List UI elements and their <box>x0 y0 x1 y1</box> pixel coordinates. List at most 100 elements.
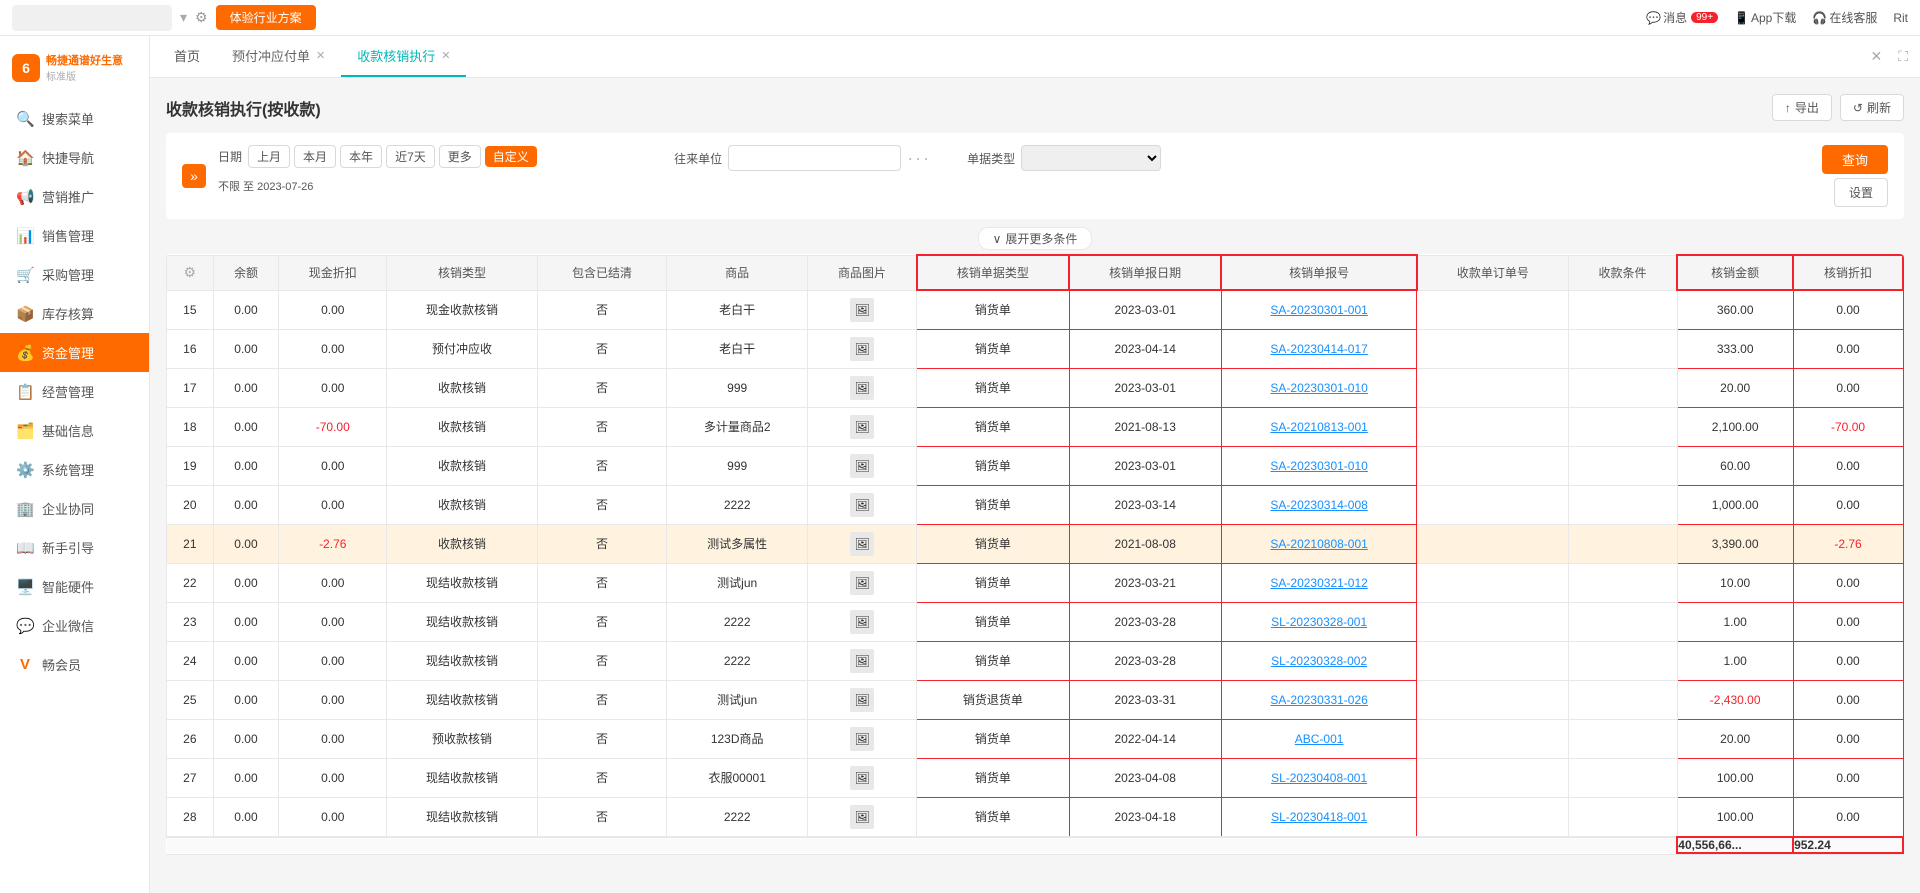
sidebar-item-finance[interactable]: 💰 资金管理 <box>0 333 149 372</box>
tab-collection-close[interactable]: ✕ <box>441 49 450 62</box>
sidebar-item-hardware[interactable]: 🖥️ 智能硬件 <box>0 567 149 606</box>
cell-include-settled: 否 <box>537 758 666 797</box>
col-header-write-off-doc-date: 核销单报日期 <box>1069 255 1221 290</box>
top-bar-left: ▾ ⚙ 体验行业方案 <box>12 5 1638 31</box>
cell-write-off-doc-no[interactable]: SA-20230414-017 <box>1221 329 1417 368</box>
date-curr-month[interactable]: 本月 <box>294 145 336 168</box>
close-window-icon[interactable]: ✕ <box>1866 44 1886 69</box>
date-prev-month[interactable]: 上月 <box>248 145 290 168</box>
sidebar-item-guide[interactable]: 📖 新手引导 <box>0 528 149 567</box>
cell-collection-condition <box>1568 290 1677 329</box>
table-scrollbar[interactable] <box>166 854 1904 866</box>
dropdown-icon[interactable]: ▾ <box>180 9 187 26</box>
product-image-thumb: 🖼 <box>850 493 874 517</box>
cell-collection-order <box>1417 368 1568 407</box>
export-icon: ↑ <box>1785 101 1791 115</box>
filter-bar: » 日期 上月 本月 本年 近7天 更多 自定义 不限 至 2023-07-26 <box>166 133 1904 219</box>
expand-more-button[interactable]: ∨ 展开更多条件 <box>978 227 1093 250</box>
sidebar-item-operations[interactable]: 📋 经营管理 <box>0 372 149 411</box>
tab-home[interactable]: 首页 <box>158 36 216 77</box>
cell-write-off-doc-type: 销货单 <box>917 719 1069 758</box>
sidebar-item-wechat[interactable]: 💬 企业微信 <box>0 606 149 645</box>
industry-solution-button[interactable]: 体验行业方案 <box>216 5 316 30</box>
party-dots[interactable]: ··· <box>907 148 931 169</box>
table-gear-icon[interactable]: ⚙ <box>184 264 197 280</box>
cell-collection-order <box>1417 290 1568 329</box>
cell-collection-order <box>1417 641 1568 680</box>
cell-collection-order <box>1417 797 1568 837</box>
cell-write-off-doc-no[interactable]: ABC-001 <box>1221 719 1417 758</box>
date-curr-year[interactable]: 本年 <box>340 145 382 168</box>
tab-collection[interactable]: 收款核销执行 ✕ <box>341 36 466 77</box>
date-more[interactable]: 更多 <box>439 145 481 168</box>
cell-write-off-doc-no[interactable]: SL-20230328-002 <box>1221 641 1417 680</box>
sidebar-item-vip[interactable]: V 畅会员 <box>0 645 149 684</box>
online-service-link[interactable]: 🎧 在线客服 <box>1812 9 1877 26</box>
product-image-thumb: 🖼 <box>850 454 874 478</box>
cell-write-off-doc-no[interactable]: SA-20230314-008 <box>1221 485 1417 524</box>
cell-write-off-doc-no[interactable]: SA-20210813-001 <box>1221 407 1417 446</box>
cell-write-off-discount: 0.00 <box>1793 641 1903 680</box>
sidebar-item-enterprise[interactable]: 🏢 企业协同 <box>0 489 149 528</box>
cell-balance: 0.00 <box>213 719 279 758</box>
date-7days[interactable]: 近7天 <box>386 145 435 168</box>
query-button[interactable]: 查询 <box>1822 145 1888 174</box>
cell-no: 28 <box>167 797 214 837</box>
basic-info-icon: 🗂️ <box>16 422 34 440</box>
sidebar-item-purchase[interactable]: 🛒 采购管理 <box>0 255 149 294</box>
col-header-gear[interactable]: ⚙ <box>167 255 214 290</box>
export-button[interactable]: ↑ 导出 <box>1772 94 1832 121</box>
sidebar-item-search-menu[interactable]: 🔍 搜索菜单 <box>0 99 149 138</box>
cell-write-off-doc-date: 2023-03-31 <box>1069 680 1221 719</box>
cell-write-off-doc-no[interactable]: SL-20230408-001 <box>1221 758 1417 797</box>
filter-collapse-button[interactable]: » <box>182 164 206 188</box>
user-name[interactable]: Rit <box>1893 11 1908 25</box>
setting-button[interactable]: 设置 <box>1834 178 1888 207</box>
cell-write-off-doc-no[interactable]: SL-20230418-001 <box>1221 797 1417 837</box>
messages-link[interactable]: 💬 消息 99+ <box>1646 9 1718 26</box>
cell-write-off-doc-no[interactable]: SA-20230301-010 <box>1221 446 1417 485</box>
product-image-thumb: 🖼 <box>850 571 874 595</box>
cell-write-off-doc-no[interactable]: SA-20230301-001 <box>1221 290 1417 329</box>
date-custom-button[interactable]: 自定义 <box>485 146 537 167</box>
sidebar-item-basic-info[interactable]: 🗂️ 基础信息 <box>0 411 149 450</box>
sidebar-item-sales[interactable]: 📊 销售管理 <box>0 216 149 255</box>
tab-prepay-close[interactable]: ✕ <box>316 49 325 62</box>
cell-goods: 2222 <box>667 797 808 837</box>
cell-goods: 老白干 <box>667 290 808 329</box>
date-filter-group: 日期 上月 本月 本年 近7天 更多 自定义 不限 至 2023-07-26 <box>218 145 638 194</box>
cell-write-off-doc-no[interactable]: SA-20230331-026 <box>1221 680 1417 719</box>
cell-include-settled: 否 <box>537 524 666 563</box>
cell-collection-condition <box>1568 446 1677 485</box>
doc-type-select[interactable] <box>1021 145 1161 171</box>
cell-collection-order <box>1417 563 1568 602</box>
footer-spacer <box>167 837 1678 853</box>
gear-icon[interactable]: ⚙ <box>195 9 208 26</box>
cell-cash-discount: 0.00 <box>279 446 387 485</box>
table-body: 150.000.00现金收款核销否老白干🖼销货单2023-03-01SA-202… <box>167 290 1904 837</box>
cell-no: 27 <box>167 758 214 797</box>
cell-write-off-doc-no[interactable]: SA-20230301-010 <box>1221 368 1417 407</box>
party-input[interactable] <box>728 145 901 171</box>
sidebar-item-system[interactable]: ⚙️ 系统管理 <box>0 450 149 489</box>
product-image-thumb: 🖼 <box>850 298 874 322</box>
tab-prepay[interactable]: 预付冲应付单 ✕ <box>216 36 341 77</box>
cell-write-off-amount: 333.00 <box>1677 329 1793 368</box>
sidebar-item-inventory[interactable]: 📦 库存核算 <box>0 294 149 333</box>
col-header-balance: 余额 <box>213 255 279 290</box>
refresh-button[interactable]: ↺ 刷新 <box>1840 94 1904 121</box>
app-download-link[interactable]: 📱 App下载 <box>1734 9 1796 26</box>
cell-write-off-doc-date: 2021-08-13 <box>1069 407 1221 446</box>
expand-icon: ∨ <box>993 232 1002 246</box>
cell-write-off-discount: 0.00 <box>1793 329 1903 368</box>
cell-write-off-doc-no[interactable]: SA-20230321-012 <box>1221 563 1417 602</box>
col-header-write-off-doc-no: 核销单报号 <box>1221 255 1417 290</box>
search-box[interactable] <box>12 5 172 31</box>
sidebar-item-marketing[interactable]: 📢 营销推广 <box>0 177 149 216</box>
cell-cash-discount: 0.00 <box>279 758 387 797</box>
cell-write-off-doc-no[interactable]: SA-20210808-001 <box>1221 524 1417 563</box>
cell-write-off-doc-no[interactable]: SL-20230328-001 <box>1221 602 1417 641</box>
expand-window-icon[interactable]: ⛶ <box>1894 44 1912 69</box>
table-row: 240.000.00现结收款核销否2222🖼销货单2023-03-28SL-20… <box>167 641 1904 680</box>
sidebar-item-quick-nav[interactable]: 🏠 快捷导航 <box>0 138 149 177</box>
